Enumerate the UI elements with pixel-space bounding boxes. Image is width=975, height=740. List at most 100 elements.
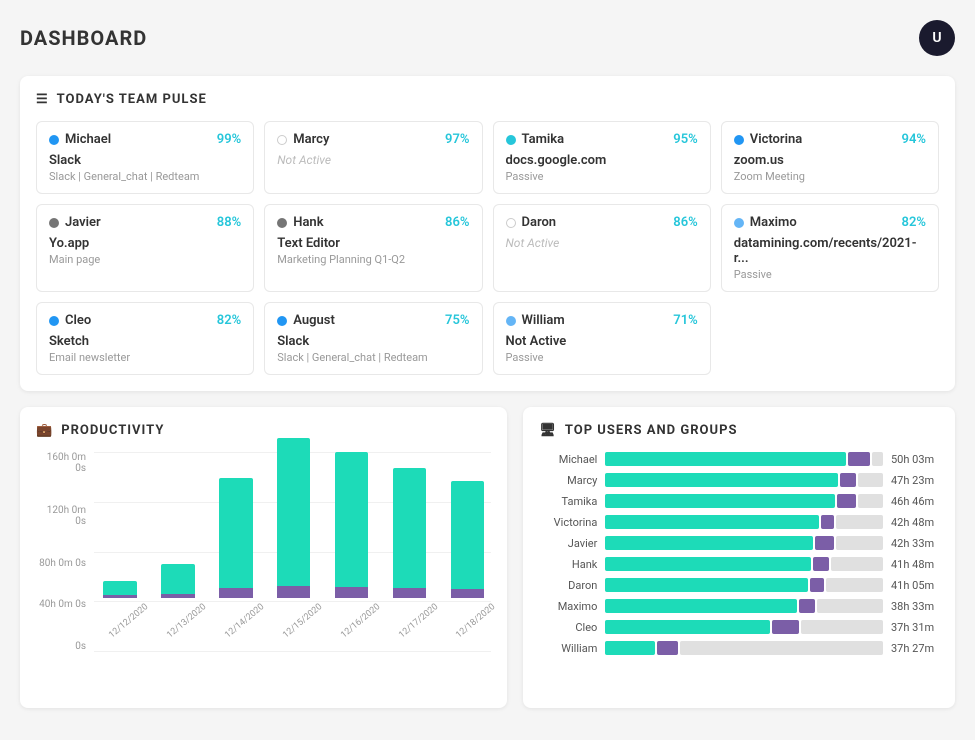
pulse-item: Victorina 94% zoom.us Zoom Meeting <box>721 121 939 194</box>
bar-teal <box>451 481 485 589</box>
user-bar <box>605 494 883 508</box>
user-name-label: Cleo <box>539 621 597 634</box>
user-name-label: Marcy <box>539 474 597 487</box>
user-name: August <box>293 313 335 328</box>
status-dot <box>734 135 744 145</box>
pulse-sub: Passive <box>506 170 698 183</box>
pulse-sub: Passive <box>734 268 926 281</box>
users-chart: Michael 50h 03m Marcy 47h 23m Tamika 46h… <box>539 452 939 655</box>
pulse-name: Victorina <box>734 132 802 147</box>
bar-purple <box>219 588 253 598</box>
bar-teal <box>161 564 195 594</box>
user-bar <box>605 599 883 613</box>
user-name: Javier <box>65 215 101 230</box>
pulse-app: Slack <box>277 334 469 349</box>
gray-bar <box>817 599 883 613</box>
teal-bar <box>605 599 797 613</box>
user-row: Victorina 42h 48m <box>539 515 939 529</box>
bar-group: 12/18/2020 <box>443 438 491 612</box>
user-time: 41h 05m <box>891 579 939 592</box>
gray-bar <box>872 452 883 466</box>
pulse-pct: 97% <box>445 132 469 147</box>
user-name: Hank <box>293 215 323 230</box>
bar-group: 12/17/2020 <box>386 438 434 612</box>
status-dot <box>506 135 516 145</box>
user-time: 47h 23m <box>891 474 939 487</box>
pulse-name: Marcy <box>277 132 329 147</box>
bottom-row: 💼 PRODUCTIVITY 160h 0m 0s120h 0m 0s80h 0… <box>20 407 955 708</box>
status-dot <box>277 316 287 326</box>
avatar[interactable]: U <box>919 20 955 56</box>
user-time: 42h 48m <box>891 516 939 529</box>
pulse-name: Cleo <box>49 313 91 328</box>
purple-bar <box>810 578 824 592</box>
pulse-pct: 82% <box>902 215 926 230</box>
user-name-label: William <box>539 642 597 655</box>
pulse-header: Hank 86% <box>277 215 469 230</box>
gray-bar <box>826 578 883 592</box>
user-time: 41h 48m <box>891 558 939 571</box>
pulse-sub: Passive <box>506 351 698 364</box>
pulse-sub: Slack | General_chat | Redteam <box>277 351 469 364</box>
pulse-header: Tamika 95% <box>506 132 698 147</box>
pulse-sub: Slack | General_chat | Redteam <box>49 170 241 183</box>
user-row: Marcy 47h 23m <box>539 473 939 487</box>
pulse-name: Javier <box>49 215 101 230</box>
pulse-name: Michael <box>49 132 111 147</box>
x-axis-label: 12/15/2020 <box>281 602 324 640</box>
pulse-app: datamining.com/recents/2021-r... <box>734 236 926 266</box>
bar-stack <box>154 438 202 598</box>
pulse-sub: Email newsletter <box>49 351 241 364</box>
teal-bar <box>605 557 810 571</box>
purple-bar <box>772 620 799 634</box>
status-dot <box>49 135 59 145</box>
user-bar <box>605 620 883 634</box>
status-dot <box>506 316 516 326</box>
productivity-chart: 160h 0m 0s120h 0m 0s80h 0m 0s40h 0m 0s0s… <box>36 452 491 692</box>
bar-purple <box>161 594 195 598</box>
user-time: 37h 31m <box>891 621 939 634</box>
pulse-item: Javier 88% Yo.app Main page <box>36 204 254 292</box>
pulse-name: Tamika <box>506 132 565 147</box>
x-axis-label: 12/14/2020 <box>223 602 266 640</box>
pulse-item: Tamika 95% docs.google.com Passive <box>493 121 711 194</box>
bar-group: 12/12/2020 <box>96 438 144 612</box>
page-header: DASHBOARD U <box>20 20 955 56</box>
pulse-app: Not Active <box>506 334 698 349</box>
pulse-item: Michael 99% Slack Slack | General_chat |… <box>36 121 254 194</box>
bar-purple <box>277 586 311 598</box>
pulse-item: Hank 86% Text Editor Marketing Planning … <box>264 204 482 292</box>
gray-bar <box>858 473 883 487</box>
bar-teal <box>393 468 427 588</box>
pulse-header: Michael 99% <box>49 132 241 147</box>
pulse-header: William 71% <box>506 313 698 328</box>
bar-chart: 12/12/2020 12/13/2020 12/14/2020 12/15/2… <box>36 452 491 652</box>
user-name-label: Javier <box>539 537 597 550</box>
user-bar <box>605 473 883 487</box>
user-bar <box>605 452 883 466</box>
x-axis-label: 12/13/2020 <box>165 602 208 640</box>
pulse-pct: 88% <box>217 215 241 230</box>
bar-group: 12/15/2020 <box>270 438 318 612</box>
user-name-label: Tamika <box>539 495 597 508</box>
user-bar <box>605 557 883 571</box>
pulse-pct: 71% <box>673 313 697 328</box>
pulse-sub: Main page <box>49 253 241 266</box>
user-name: Michael <box>65 132 111 147</box>
pulse-name: Maximo <box>734 215 797 230</box>
bars-icon: ☰ <box>36 92 49 107</box>
status-dot <box>277 218 287 228</box>
user-name: Cleo <box>65 313 91 328</box>
user-row: Daron 41h 05m <box>539 578 939 592</box>
gray-bar <box>836 536 883 550</box>
bar-purple <box>103 595 137 598</box>
user-row: William 37h 27m <box>539 641 939 655</box>
user-row: Hank 41h 48m <box>539 557 939 571</box>
bar-teal <box>103 581 137 595</box>
gray-bar <box>858 494 883 508</box>
bar-teal <box>335 452 369 587</box>
user-name: Maximo <box>750 215 797 230</box>
pulse-sub: Marketing Planning Q1-Q2 <box>277 253 469 266</box>
pulse-pct: 86% <box>445 215 469 230</box>
purple-bar <box>813 557 829 571</box>
